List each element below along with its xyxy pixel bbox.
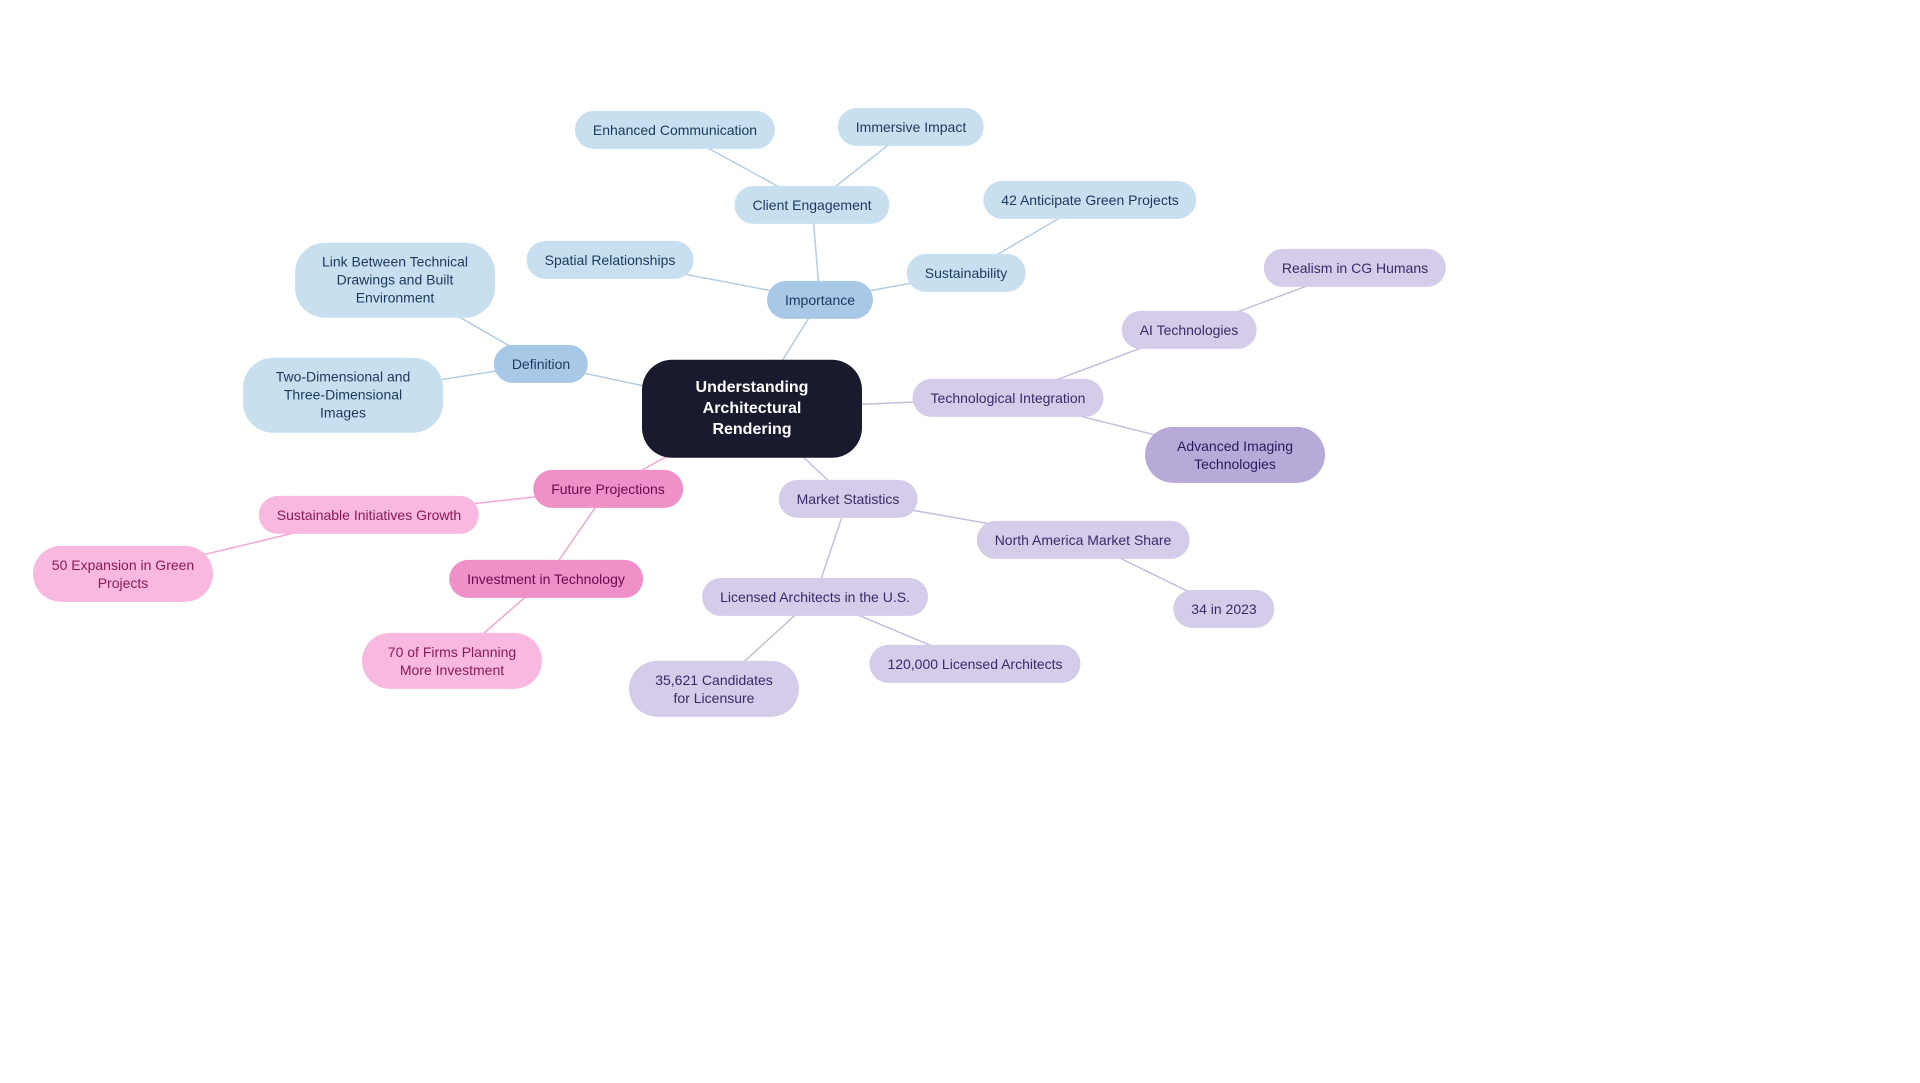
node-two_dim[interactable]: Two-Dimensional and Three-Dimensional Im…	[243, 358, 443, 433]
node-34_2023[interactable]: 34 in 2023	[1173, 590, 1274, 628]
node-50_expansion[interactable]: 50 Expansion in Green Projects	[33, 546, 213, 602]
node-green_projects_42[interactable]: 42 Anticipate Green Projects	[983, 181, 1196, 219]
node-future_proj[interactable]: Future Projections	[533, 470, 683, 508]
node-enhanced_comm[interactable]: Enhanced Communication	[575, 111, 775, 149]
node-link_tech[interactable]: Link Between Technical Drawings and Buil…	[295, 243, 495, 318]
node-north_america[interactable]: North America Market Share	[977, 521, 1190, 559]
node-realism_cg[interactable]: Realism in CG Humans	[1264, 249, 1446, 287]
node-immersive_impact[interactable]: Immersive Impact	[838, 108, 984, 146]
node-candidates[interactable]: 35,621 Candidates for Licensure	[629, 661, 799, 717]
node-ai_tech[interactable]: AI Technologies	[1122, 311, 1257, 349]
node-market_stats[interactable]: Market Statistics	[779, 480, 918, 518]
node-center[interactable]: Understanding Architectural Rendering	[642, 360, 862, 458]
node-70_firms[interactable]: 70 of Firms Planning More Investment	[362, 633, 542, 689]
node-investment_tech[interactable]: Investment in Technology	[449, 560, 643, 598]
node-sustainability[interactable]: Sustainability	[907, 254, 1026, 292]
node-tech_integration[interactable]: Technological Integration	[913, 379, 1104, 417]
node-adv_imaging[interactable]: Advanced Imaging Technologies	[1145, 427, 1325, 483]
node-licensed_120k[interactable]: 120,000 Licensed Architects	[869, 645, 1080, 683]
node-importance[interactable]: Importance	[767, 281, 873, 319]
node-licensed_arch[interactable]: Licensed Architects in the U.S.	[702, 578, 928, 616]
node-sust_growth[interactable]: Sustainable Initiatives Growth	[259, 496, 479, 534]
node-definition[interactable]: Definition	[494, 345, 588, 383]
connections-svg	[0, 0, 1920, 1083]
node-client_engagement[interactable]: Client Engagement	[734, 186, 889, 224]
node-spatial_rel[interactable]: Spatial Relationships	[527, 241, 694, 279]
mind-map-container: Understanding Architectural Rendering Imp…	[0, 0, 1920, 1083]
